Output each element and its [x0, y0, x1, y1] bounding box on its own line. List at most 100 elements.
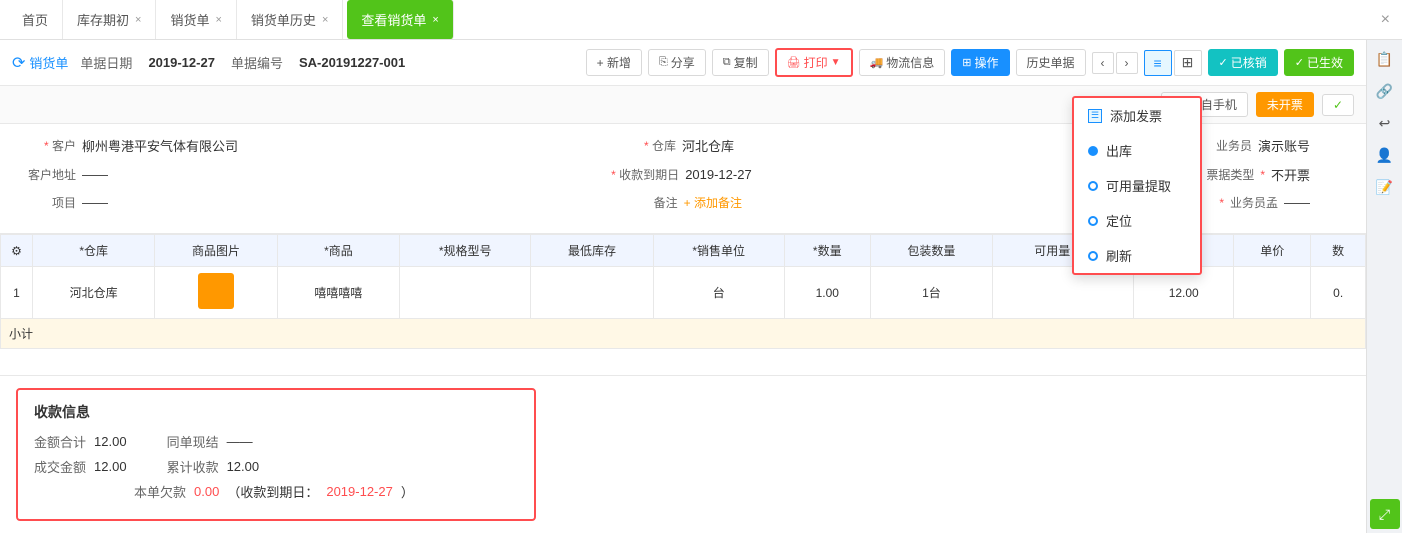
locate-label: 定位 [1106, 211, 1132, 230]
right-btn-1[interactable]: 📋 [1370, 44, 1400, 74]
doc-meta: 单据日期 2019-12-27 单据编号 SA-20191227-001 [80, 53, 573, 72]
due-note: （收款到期日： [227, 482, 318, 501]
doc-type-label: 销货单 [29, 53, 68, 72]
row-no: 1 [1, 267, 33, 319]
tab-sales-history[interactable]: 销货单历史 × [237, 0, 343, 39]
new-button[interactable]: + 新增 [586, 49, 642, 76]
history-button[interactable]: 历史单据 [1016, 49, 1086, 76]
receipt-title: 收款信息 [34, 402, 518, 422]
copy-button[interactable]: ⧉ 复制 [712, 49, 769, 76]
add-notes-button[interactable]: + 添加备注 [684, 194, 742, 211]
effective-button[interactable]: ✓ 已生效 [1284, 49, 1354, 76]
view-grid-button[interactable]: ⊞ [1174, 50, 1202, 76]
due-note-end: ） [401, 482, 414, 501]
row-spec [400, 267, 531, 319]
print-button[interactable]: 🖨 打印 ▼ [775, 48, 853, 77]
th-min-stock: 最低库存 [531, 235, 653, 267]
out-warehouse-item[interactable]: 出库 [1074, 133, 1200, 168]
sales-staff-value: —— [1284, 195, 1310, 210]
out-warehouse-icon [1088, 146, 1098, 156]
share-button[interactable]: ⎘ 分享 [648, 49, 706, 76]
address-label: 客户地址 [16, 166, 76, 183]
tab-bar: 首页 库存期初 × 销货单 × 销货单历史 × 查看销货单 × × [0, 0, 1402, 40]
th-product: *商品 [277, 235, 399, 267]
row-img [155, 267, 277, 319]
view-list-button[interactable]: ≡ [1144, 50, 1172, 76]
sold-out-button[interactable]: ✓ 已核销 [1208, 49, 1278, 76]
toolbar-right: + 新增 ⎘ 分享 ⧉ 复制 🖨 打印 ▼ 🚚 物流信息 [586, 48, 1354, 77]
row-unit: 台 [653, 267, 784, 319]
refresh-item[interactable]: 刷新 [1074, 238, 1200, 273]
tab-stock-init[interactable]: 库存期初 × [63, 0, 156, 39]
sales-staff-label: 业务员孟 [1230, 194, 1278, 211]
tab-sales-order[interactable]: 销货单 × [156, 0, 236, 39]
right-btn-3[interactable]: ↩ [1370, 108, 1400, 138]
doc-date-value: 2019-12-27 [148, 55, 215, 70]
customer-field: 客户 柳州粤港平安气体有限公司 [16, 136, 616, 155]
right-btn-4[interactable]: 👤 [1370, 140, 1400, 170]
add-invoice-label: 添加发票 [1110, 106, 1162, 125]
tab-close-view[interactable]: × [432, 14, 438, 26]
transaction-value: 12.00 [94, 459, 127, 474]
cumulative-field: 累计收款 12.00 [167, 457, 260, 476]
doc-date-label: 单据日期 [80, 53, 132, 72]
row-amount: 0. [1311, 267, 1366, 319]
th-pack-qty: 包装数量 [870, 235, 992, 267]
nav-prev-button[interactable]: ‹ [1092, 52, 1114, 74]
out-warehouse-label: 出库 [1106, 141, 1132, 160]
tab-close-history[interactable]: × [322, 14, 328, 26]
tab-home[interactable]: 首页 [8, 0, 63, 39]
not-open-button[interactable]: 未开票 [1256, 92, 1314, 117]
th-qty: *数量 [784, 235, 870, 267]
cumulative-value: 12.00 [227, 459, 260, 474]
operations-dropdown: ☰ 添加发票 出库 可用量提取 定位 刷新 [1072, 96, 1202, 275]
tab-close-sales[interactable]: × [215, 14, 221, 26]
due-field: 本单欠款 0.00 （收款到期日： 2019-12-27 ） [134, 482, 414, 501]
ticket-label: 票据类型 [1206, 166, 1254, 183]
expand-button[interactable]: ⤢ [1370, 499, 1400, 529]
tab-close-stock[interactable]: × [135, 14, 141, 26]
nav-arrows: ‹ › [1092, 52, 1138, 74]
address-value: —— [82, 167, 162, 182]
subtotal-label: 小计 [1, 319, 1366, 349]
add-invoice-item[interactable]: ☰ 添加发票 [1074, 98, 1200, 133]
right-btn-2[interactable]: 🔗 [1370, 76, 1400, 106]
right-panel: 📋 🔗 ↩ 👤 📝 ⤢ [1366, 40, 1402, 533]
bottom-area: 收款信息 金额合计 12.00 同单现结 —— 成交金额 12.00 [0, 375, 1366, 533]
th-settings[interactable]: ⚙ [1, 235, 33, 267]
doc-no-label: 单据编号 [231, 53, 283, 72]
product-thumbnail [198, 273, 234, 309]
project-label: 项目 [16, 194, 76, 211]
locate-icon [1088, 216, 1098, 226]
available-extract-item[interactable]: 可用量提取 [1074, 168, 1200, 203]
row-price [1234, 267, 1311, 319]
op-button[interactable]: ⊞ 操作 [951, 49, 1009, 76]
th-img: 商品图片 [155, 235, 277, 267]
same-order-field: 同单现结 —— [167, 432, 253, 451]
right-btn-5[interactable]: 📝 [1370, 172, 1400, 202]
notes-label: 备注 [618, 194, 678, 211]
receipt-row-1: 金额合计 12.00 同单现结 —— [34, 432, 518, 451]
due-value: 0.00 [194, 484, 219, 499]
transaction-label: 成交金额 [34, 457, 86, 476]
staff-label: 业务员 [1216, 137, 1252, 154]
nav-next-button[interactable]: › [1116, 52, 1138, 74]
locate-item[interactable]: 定位 [1074, 203, 1200, 238]
logistics-button[interactable]: 🚚 物流信息 [859, 49, 946, 76]
total-amount-field: 金额合计 12.00 [34, 432, 127, 451]
confirm-button[interactable]: ✓ [1322, 94, 1354, 116]
row-product: 嘻嘻嘻嘻 [277, 267, 399, 319]
same-order-label: 同单现结 [167, 432, 219, 451]
tab-view-sales[interactable]: 查看销货单 × [347, 0, 453, 39]
row-pack-qty: 1台 [870, 267, 992, 319]
window-close-button[interactable]: × [1381, 11, 1390, 29]
doc-no-value: SA-20191227-001 [299, 55, 405, 70]
receipt-row-3: 本单欠款 0.00 （收款到期日： 2019-12-27 ） [34, 482, 518, 501]
ticket-value: 不开票 [1271, 165, 1310, 184]
staff-value: 演示账号 [1258, 136, 1310, 155]
add-invoice-icon: ☰ [1088, 109, 1102, 123]
customer-value: 柳州粤港平安气体有限公司 [82, 136, 238, 155]
warehouse-label: 仓库 [616, 137, 676, 154]
refresh-label: 刷新 [1106, 246, 1132, 265]
subtotal-row: 小计 [1, 319, 1366, 349]
